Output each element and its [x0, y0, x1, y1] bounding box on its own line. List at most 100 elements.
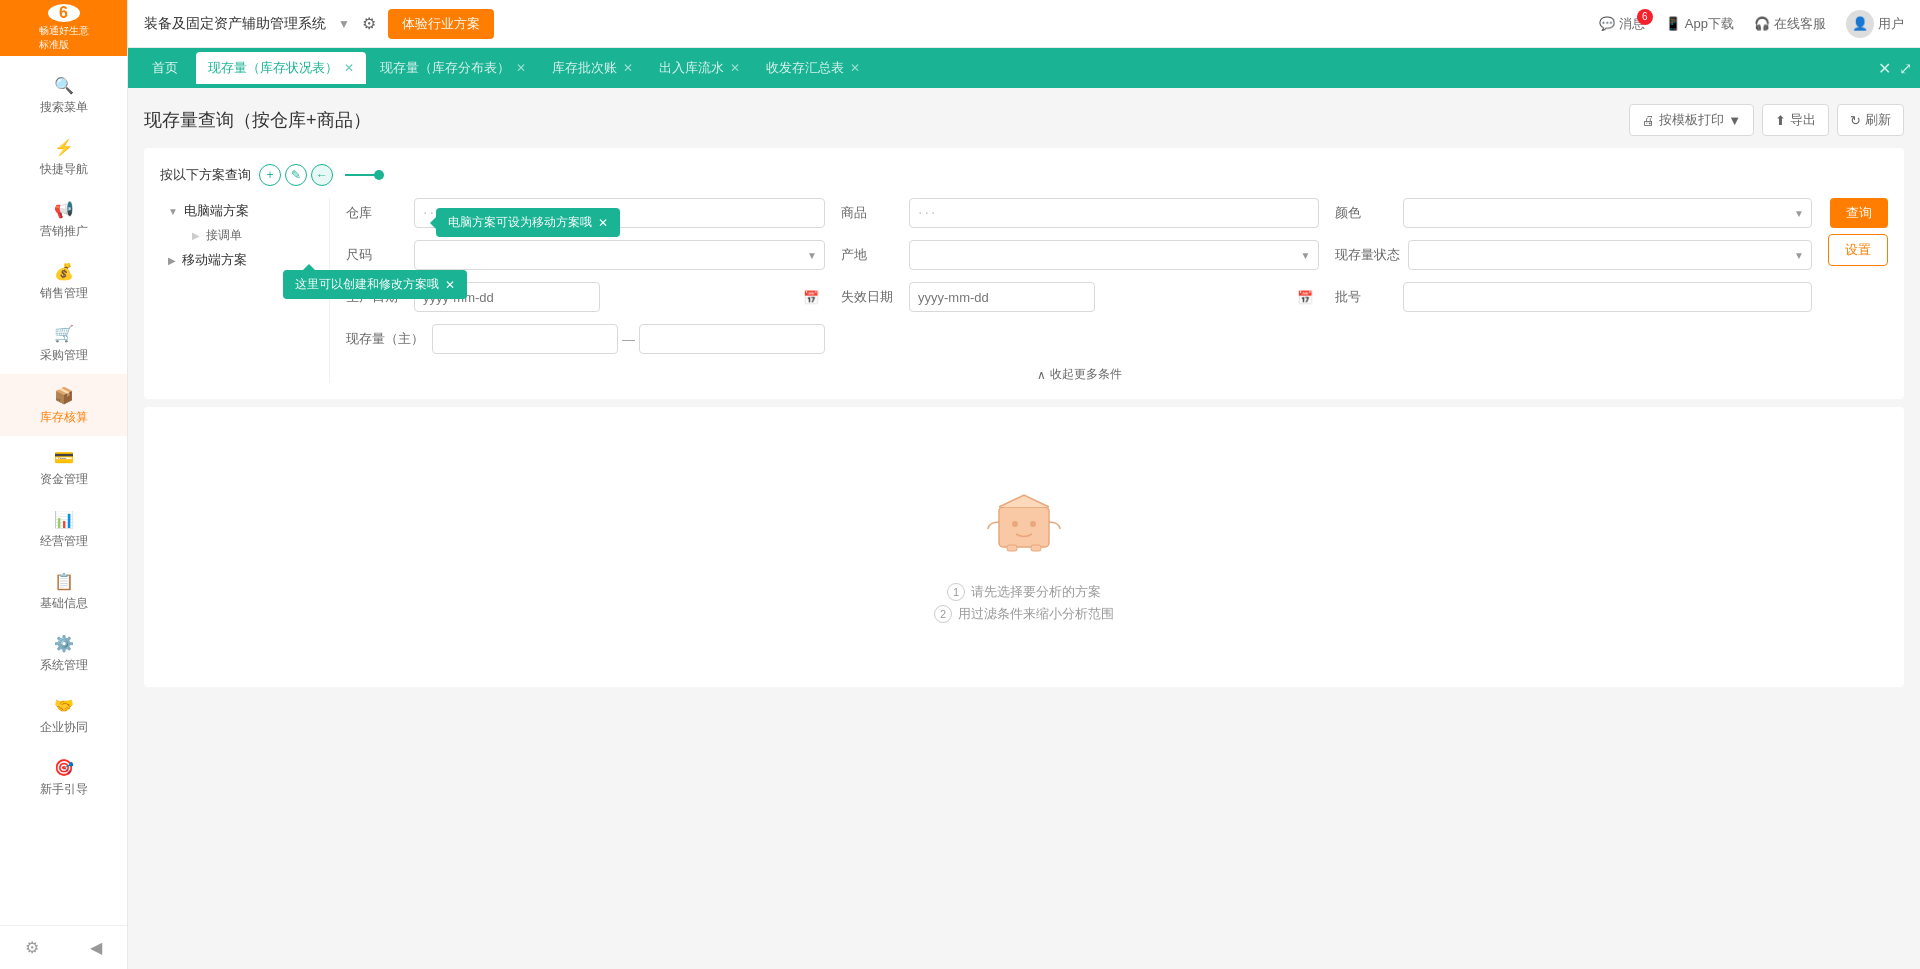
- origin-select-wrap[interactable]: ▼: [909, 240, 1319, 270]
- tab-batch-account[interactable]: 库存批次账 ✕: [540, 52, 645, 84]
- sidebar-item-sales-label: 销售管理: [40, 285, 88, 302]
- sidebar-item-finance[interactable]: 💳 资金管理: [0, 436, 127, 498]
- sub-scheme-group: ▶ 接调单: [160, 224, 317, 247]
- collapse-bar[interactable]: ∧ 收起更多条件: [346, 366, 1812, 383]
- reset-btn[interactable]: 设置: [1828, 234, 1888, 266]
- tab-inout-flow-label: 出入库流水: [659, 59, 724, 77]
- batch-label: 批号: [1335, 288, 1395, 306]
- collapse-up-icon: ∧: [1037, 368, 1046, 382]
- tab-home[interactable]: 首页: [136, 52, 194, 84]
- scheme-mobile-label: 移动端方案: [182, 251, 247, 269]
- top-header-right: 💬 消息 6 📱 App下载 🎧 在线客服 👤 用户: [1599, 10, 1904, 38]
- sidebar-item-inventory[interactable]: 📦 库存核算: [0, 374, 127, 436]
- edit-scheme-btn[interactable]: ✎: [285, 164, 307, 186]
- sales-nav-icon: 💰: [53, 260, 75, 282]
- quick-nav-icon: ⚡: [53, 136, 75, 158]
- filter-icons: + ✎ ←: [259, 164, 333, 186]
- top-header-left: 装备及固定资产辅助管理系统 ▼ ⚙ 体验行业方案: [144, 9, 494, 39]
- refresh-icon: ↻: [1850, 113, 1861, 128]
- sidebar-item-enterprise[interactable]: 🤝 企业协同: [0, 684, 127, 746]
- sidebar-item-system-label: 系统管理: [40, 657, 88, 674]
- footer-collapse-icon[interactable]: ◀: [90, 938, 102, 957]
- sidebar-item-sales[interactable]: 💰 销售管理: [0, 250, 127, 312]
- step-1-num: 1: [947, 583, 965, 601]
- tab-inventory-status-close[interactable]: ✕: [344, 61, 354, 75]
- stock-main-max[interactable]: [639, 324, 825, 354]
- size-select[interactable]: [414, 240, 825, 270]
- sidebar-item-search[interactable]: 🔍 搜索菜单: [0, 64, 127, 126]
- sidebar-item-enterprise-label: 企业协同: [40, 719, 88, 736]
- system-title: 装备及固定资产辅助管理系统: [144, 15, 326, 33]
- batch-input[interactable]: [1403, 282, 1813, 312]
- tab-inventory-status[interactable]: 现存量（库存状况表） ✕: [196, 52, 366, 84]
- svg-rect-3: [1007, 545, 1017, 551]
- print-template-btn[interactable]: 🖨 按模板打印 ▼: [1629, 104, 1754, 136]
- goods-input-wrap[interactable]: ···: [909, 198, 1319, 228]
- origin-select[interactable]: [909, 240, 1319, 270]
- color-select[interactable]: [1403, 198, 1813, 228]
- fullscreen-icon[interactable]: ⤢: [1899, 59, 1912, 78]
- size-select-wrap[interactable]: ▼: [414, 240, 825, 270]
- expiry-date-input[interactable]: [909, 282, 1095, 312]
- tooltip-1-close[interactable]: ✕: [598, 216, 608, 230]
- sidebar-item-system[interactable]: ⚙️ 系统管理: [0, 622, 127, 684]
- sidebar-item-operation[interactable]: 📊 经营管理: [0, 498, 127, 560]
- tab-receive-summary[interactable]: 收发存汇总表 ✕: [754, 52, 872, 84]
- tooltip-1-text: 电脑方案可设为移动方案哦: [448, 214, 592, 231]
- filter-row-goods: 商品 ···: [841, 198, 1319, 228]
- system-title-arrow: ▼: [338, 17, 350, 31]
- color-select-wrap[interactable]: ▼: [1403, 198, 1813, 228]
- tab-inout-flow[interactable]: 出入库流水 ✕: [647, 52, 752, 84]
- message-icon: 💬: [1599, 16, 1615, 31]
- refresh-btn[interactable]: ↻ 刷新: [1837, 104, 1904, 136]
- sub-item-arrow: ▶: [192, 230, 200, 241]
- page-title-bar: 现存量查询（按仓库+商品） 🖨 按模板打印 ▼ ⬆ 导出 ↻ 刷新: [144, 104, 1904, 136]
- step-1-text: 请先选择要分析的方案: [971, 583, 1101, 601]
- app-download-label: App下载: [1685, 15, 1734, 33]
- stock-status-select[interactable]: [1408, 240, 1813, 270]
- step-2-text: 用过滤条件来缩小分析范围: [958, 605, 1114, 623]
- tab-home-label: 首页: [152, 59, 178, 77]
- tooltip-2-close[interactable]: ✕: [445, 278, 455, 292]
- stock-status-select-wrap[interactable]: ▼: [1408, 240, 1813, 270]
- refresh-label: 刷新: [1865, 111, 1891, 129]
- filter-row-expiry-date: 失效日期 📅: [841, 282, 1319, 312]
- expiry-date-calendar-icon: 📅: [1297, 290, 1313, 305]
- sidebar-item-marketing[interactable]: 📢 营销推广: [0, 188, 127, 250]
- footer-settings-icon[interactable]: ⚙: [25, 938, 39, 957]
- close-all-tabs-icon[interactable]: ✕: [1878, 59, 1891, 78]
- search-btns: 查询 设置: [1828, 198, 1888, 383]
- add-scheme-btn[interactable]: +: [259, 164, 281, 186]
- message-badge: 6: [1637, 9, 1653, 25]
- connector-dot: [374, 170, 384, 180]
- tab-inventory-dist-close[interactable]: ✕: [516, 61, 526, 75]
- empty-step-2: 2 用过滤条件来缩小分析范围: [934, 605, 1114, 623]
- filter-row-batch: 批号: [1335, 282, 1813, 312]
- sidebar-item-quick[interactable]: ⚡ 快捷导航: [0, 126, 127, 188]
- sidebar-item-basic[interactable]: 📋 基础信息: [0, 560, 127, 622]
- online-service-action[interactable]: 🎧 在线客服: [1754, 15, 1826, 33]
- settings-icon[interactable]: ⚙: [362, 14, 376, 33]
- sub-scheme-item[interactable]: ▶ 接调单: [184, 224, 317, 247]
- arrow-scheme-btn[interactable]: ←: [311, 164, 333, 186]
- user-action[interactable]: 👤 用户: [1846, 10, 1904, 38]
- tab-inventory-dist[interactable]: 现存量（库存分布表） ✕: [368, 52, 538, 84]
- sidebar-item-guide[interactable]: 🎯 新手引导: [0, 746, 127, 808]
- scheme-desktop[interactable]: ▼ 电脑端方案: [160, 198, 317, 224]
- sidebar-logo: 6 畅通好生意标准版: [0, 0, 127, 56]
- tab-batch-account-close[interactable]: ✕: [623, 61, 633, 75]
- tab-inout-flow-close[interactable]: ✕: [730, 61, 740, 75]
- app-icon: 📱: [1665, 16, 1681, 31]
- tab-receive-summary-close[interactable]: ✕: [850, 61, 860, 75]
- sidebar-item-purchase[interactable]: 🛒 采购管理: [0, 312, 127, 374]
- stock-main-min[interactable]: [432, 324, 618, 354]
- industry-btn[interactable]: 体验行业方案: [388, 9, 494, 39]
- tab-bar-right: ✕ ⤢: [1878, 59, 1912, 78]
- purchase-nav-icon: 🛒: [53, 322, 75, 344]
- message-action[interactable]: 💬 消息 6: [1599, 15, 1645, 33]
- export-btn[interactable]: ⬆ 导出: [1762, 104, 1829, 136]
- search-btn[interactable]: 查询: [1830, 198, 1888, 228]
- empty-step-1: 1 请先选择要分析的方案: [947, 583, 1101, 601]
- app-download-action[interactable]: 📱 App下载: [1665, 15, 1734, 33]
- sidebar-item-purchase-label: 采购管理: [40, 347, 88, 364]
